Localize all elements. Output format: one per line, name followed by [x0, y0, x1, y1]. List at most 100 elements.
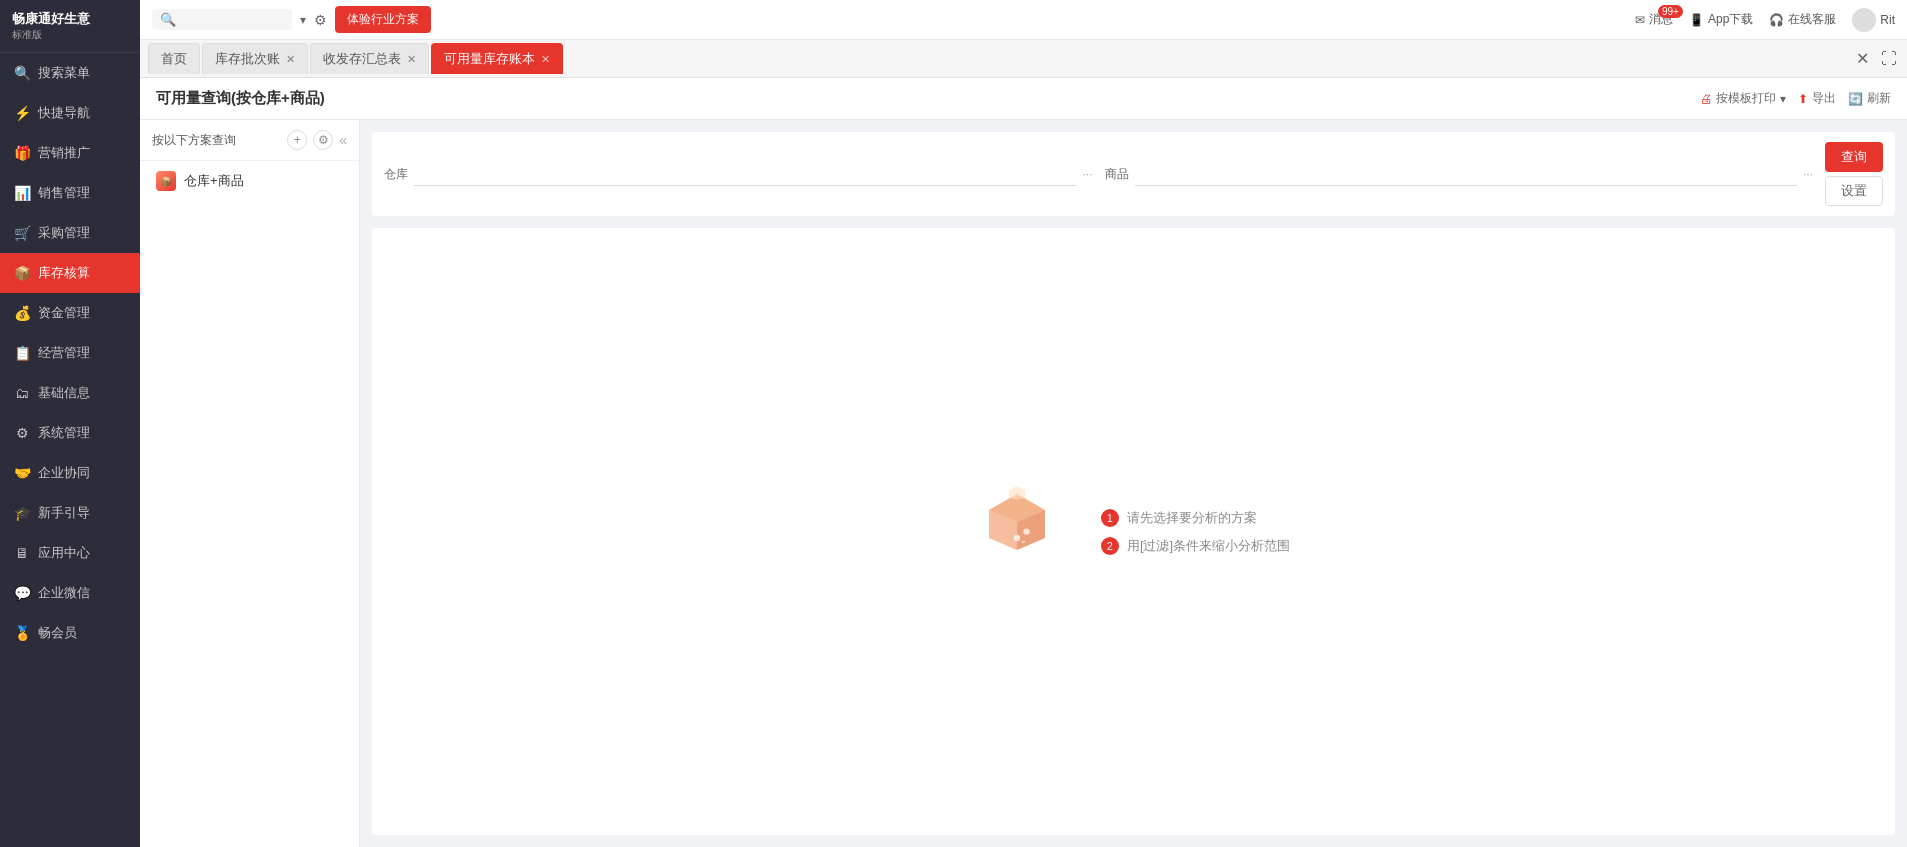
sidebar-logo: 畅康通好生意 标准版 [0, 0, 140, 53]
sidebar-icon-2: 🎁 [14, 145, 30, 161]
tab-label-0: 首页 [161, 50, 187, 68]
headset-icon: 🎧 [1769, 13, 1784, 27]
tab-close-1[interactable]: ✕ [286, 53, 295, 66]
sidebar: 畅康通好生意 标准版 🔍 搜索菜单 ⚡ 快捷导航 🎁 营销推广 📊销售管理 🛒 采购管理 📦 库存核… [0, 0, 140, 847]
sidebar-label-2: 营销推广 [38, 144, 90, 162]
sidebar-item-11[interactable]: 🎓新手引导 [0, 493, 140, 533]
sidebar-icon-6: 💰 [14, 305, 30, 321]
empty-state: 1 请先选择要分析的方案 2 用[过滤]条件来缩小分析范围 [372, 228, 1895, 835]
sidebar-item-8[interactable]: 🗂基础信息 [0, 373, 140, 413]
product-input[interactable] [1135, 163, 1797, 186]
top-bar-right: ✉ 消息 99+ 📱 App下载 🎧 在线客服 Rit [1635, 8, 1895, 32]
print-icon: 🖨 [1700, 92, 1712, 106]
tip-text-1: 请先选择要分析的方案 [1127, 509, 1257, 527]
settings-icon: ⚙ [318, 133, 329, 147]
filter-settings-button[interactable]: ⚙ [313, 130, 333, 150]
tab-close-3[interactable]: ✕ [541, 53, 550, 66]
sidebar-item-3[interactable]: 📊销售管理 [0, 173, 140, 213]
tab-0[interactable]: 首页 [148, 43, 200, 74]
search-icon: 🔍 [160, 12, 176, 27]
tab-3[interactable]: 可用量库存账本✕ [431, 43, 563, 74]
dropdown-icon[interactable]: ▾ [300, 13, 306, 27]
sidebar-item-1[interactable]: ⚡ 快捷导航 [0, 93, 140, 133]
svg-point-4 [1023, 528, 1029, 534]
settings-button[interactable]: 设置 [1825, 176, 1883, 206]
query-btn-group: 查询 设置 [1825, 142, 1883, 206]
product-more[interactable]: ··· [1803, 167, 1813, 181]
export-button[interactable]: ⬆ 导出 [1798, 90, 1836, 107]
sidebar-icon-1: ⚡ [14, 105, 30, 121]
sidebar-icon-5: 📦 [14, 265, 30, 281]
sidebar-item-6[interactable]: 💰 资金管理 [0, 293, 140, 333]
tip-num-1: 1 [1101, 509, 1119, 527]
collapse-button[interactable]: « [339, 132, 347, 148]
filter-item-warehouse-product[interactable]: 📦 仓库+商品 [140, 161, 359, 201]
empty-icon-box [977, 482, 1077, 582]
query-button[interactable]: 查询 [1825, 142, 1883, 172]
message-badge: 99+ [1658, 5, 1683, 18]
sidebar-icon-4: 🛒 [14, 225, 30, 241]
sidebar-item-5[interactable]: 📦 库存核算 [0, 253, 140, 293]
page-header: 可用量查询(按仓库+商品) 🖨 按模板打印 ▾ ⬆ 导出 🔄 刷新 [140, 78, 1907, 120]
sidebar-item-2[interactable]: 🎁 营销推广 [0, 133, 140, 173]
tab-bar: 首页库存批次账✕收发存汇总表✕可用量库存账本✕ ✕ ⛶ [140, 40, 1907, 78]
warehouse-more[interactable]: ··· [1082, 167, 1092, 181]
filter-add-button[interactable]: + [287, 130, 307, 150]
industry-button[interactable]: 体验行业方案 [335, 6, 431, 33]
user-avatar [1852, 8, 1876, 32]
filter-header-icons: + ⚙ « [287, 130, 347, 150]
print-button[interactable]: 🖨 按模板打印 ▾ [1700, 90, 1786, 107]
sidebar-icon-7: 📋 [14, 345, 30, 361]
app-download-label: App下载 [1708, 11, 1753, 28]
gear-icon[interactable]: ⚙ [314, 12, 327, 28]
refresh-icon: 🔄 [1848, 92, 1863, 106]
top-bar-search[interactable]: 🔍 [152, 9, 292, 30]
warehouse-input[interactable] [414, 163, 1076, 186]
add-icon: + [294, 133, 301, 147]
sidebar-item-0[interactable]: 🔍 搜索菜单 [0, 53, 140, 93]
svg-marker-6 [1009, 486, 1025, 500]
sidebar-label-6: 资金管理 [38, 304, 90, 322]
tab-close-2[interactable]: ✕ [407, 53, 416, 66]
online-service-item[interactable]: 🎧 在线客服 [1769, 11, 1836, 28]
sidebar-label-4: 采购管理 [38, 224, 90, 242]
tab-2[interactable]: 收发存汇总表 ✕ [310, 43, 429, 74]
app-download-item[interactable]: 📱 App下载 [1689, 11, 1753, 28]
empty-state-inner: 1 请先选择要分析的方案 2 用[过滤]条件来缩小分析范围 [977, 482, 1290, 582]
sidebar-item-13[interactable]: 💬企业微信 [0, 573, 140, 613]
sidebar-item-10[interactable]: 🤝企业协同 [0, 453, 140, 493]
sidebar-item-4[interactable]: 🛒 采购管理 [0, 213, 140, 253]
message-item[interactable]: ✉ 消息 99+ [1635, 11, 1673, 28]
print-dropdown-icon[interactable]: ▾ [1780, 92, 1786, 106]
tip-text-2: 用[过滤]条件来缩小分析范围 [1127, 537, 1290, 555]
tab-label-2: 收发存汇总表 [323, 50, 401, 68]
svg-point-5 [1014, 534, 1020, 540]
export-icon: ⬆ [1798, 92, 1808, 106]
tab-bar-right: ✕ ⛶ [1854, 47, 1899, 70]
sidebar-label-1: 快捷导航 [38, 104, 90, 122]
refresh-label: 刷新 [1867, 90, 1891, 107]
empty-tip-2: 2 用[过滤]条件来缩小分析范围 [1101, 537, 1290, 555]
user-avatar-item[interactable]: Rit [1852, 8, 1895, 32]
close-tab-icon[interactable]: ✕ [1854, 47, 1871, 70]
filter-sidebar: 按以下方案查询 + ⚙ « 📦 仓库+商品 [140, 120, 360, 847]
sidebar-item-12[interactable]: 🖥应用中心 [0, 533, 140, 573]
sidebar-item-14[interactable]: 🏅畅会员 [0, 613, 140, 653]
sidebar-label-13: 企业微信 [38, 584, 90, 602]
refresh-button[interactable]: 🔄 刷新 [1848, 90, 1891, 107]
sidebar-label-0: 搜索菜单 [38, 64, 90, 82]
sidebar-icon-3: 📊 [14, 185, 30, 201]
app-name: 畅康通好生意 [12, 10, 128, 28]
sidebar-icon-9: ⚙ [14, 425, 30, 441]
sidebar-icon-0: 🔍 [14, 65, 30, 81]
sidebar-label-5: 库存核算 [38, 264, 90, 282]
fullscreen-icon[interactable]: ⛶ [1879, 48, 1899, 70]
sidebar-item-7[interactable]: 📋经营管理 [0, 333, 140, 373]
content-area: 按以下方案查询 + ⚙ « 📦 仓库+商品 [140, 120, 1907, 847]
tab-1[interactable]: 库存批次账✕ [202, 43, 308, 74]
main-area: 🔍 ▾ ⚙ 体验行业方案 ✉ 消息 99+ 📱 App下载 🎧 在线客服 Rit [140, 0, 1907, 847]
sidebar-label-10: 企业协同 [38, 464, 90, 482]
search-input[interactable] [180, 13, 280, 27]
sidebar-item-9[interactable]: ⚙系统管理 [0, 413, 140, 453]
top-bar: 🔍 ▾ ⚙ 体验行业方案 ✉ 消息 99+ 📱 App下载 🎧 在线客服 Rit [140, 0, 1907, 40]
